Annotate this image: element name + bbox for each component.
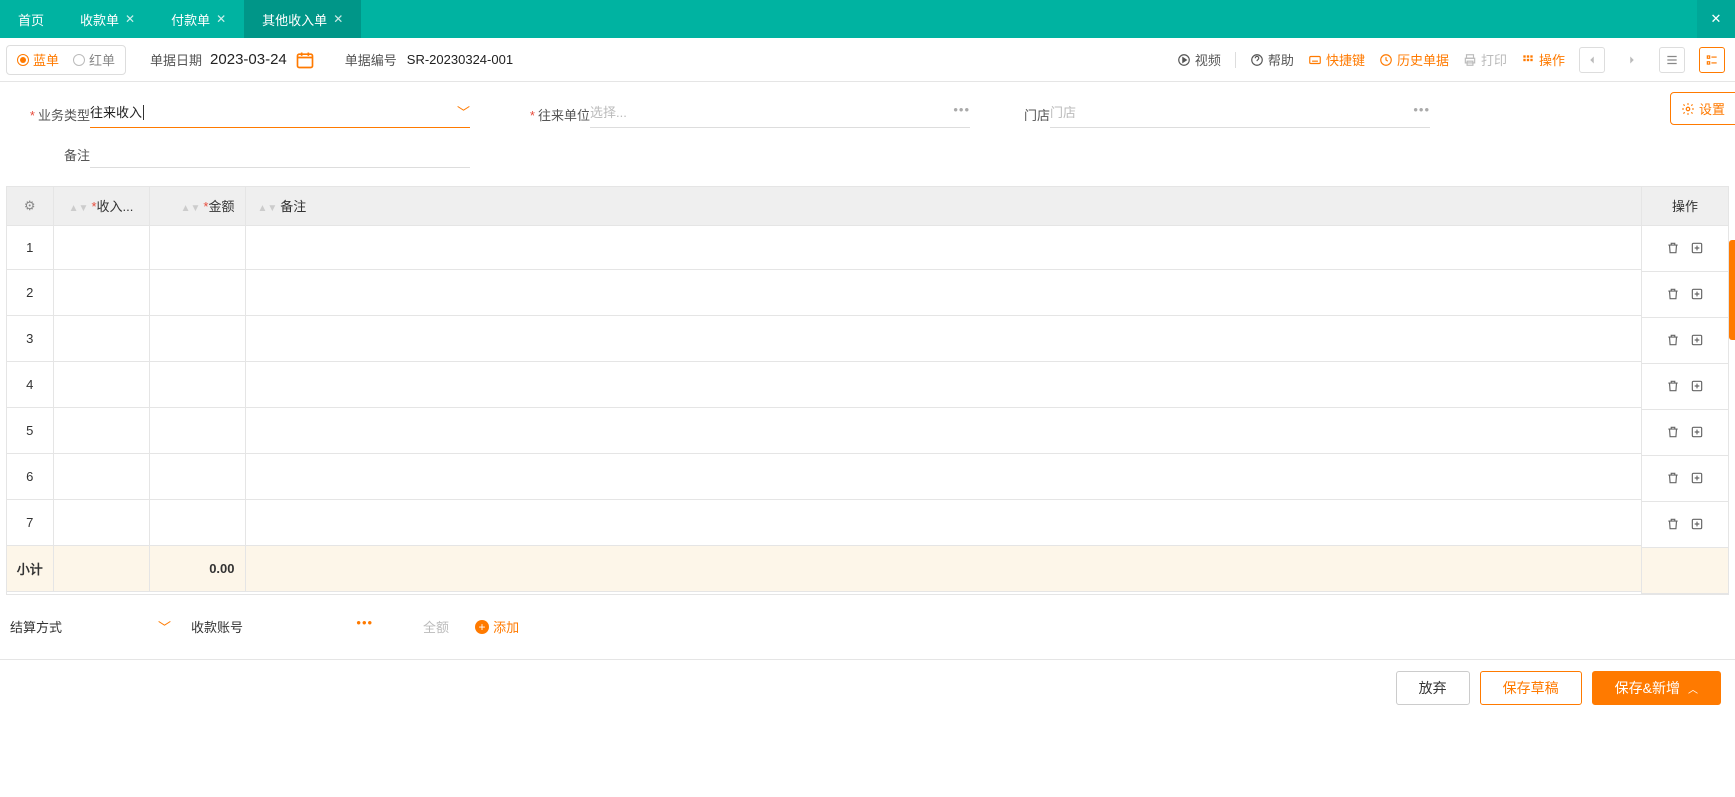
add-row-icon[interactable] bbox=[1690, 517, 1704, 531]
chevron-up-icon: ︿ bbox=[1688, 681, 1698, 696]
table-row[interactable]: 2 bbox=[7, 269, 1641, 315]
row-ops bbox=[1642, 226, 1728, 271]
tab-bar: 首页 收款单✕ 付款单✕ 其他收入单✕ ✕ bbox=[0, 0, 1735, 38]
line-items-table: ⚙ ▲▼*收入... ▲▼*金额 ▲▼备注 1 2 3 4 5 6 7 小计 0… bbox=[6, 186, 1729, 595]
delete-icon[interactable] bbox=[1666, 517, 1680, 531]
delete-icon[interactable] bbox=[1666, 333, 1680, 347]
form-header: *业务类型 往来收入 ﹀ *往来单位 选择... ••• 门店 门店 ••• 设… bbox=[0, 82, 1735, 134]
table-row[interactable]: 4 bbox=[7, 361, 1641, 407]
table-row[interactable]: 6 bbox=[7, 453, 1641, 499]
tab-receipt[interactable]: 收款单✕ bbox=[62, 0, 153, 38]
more-icon[interactable]: ••• bbox=[356, 615, 373, 630]
row-ops bbox=[1642, 410, 1728, 455]
biz-type-input[interactable]: 往来收入 ﹀ bbox=[90, 100, 470, 128]
add-row-icon[interactable] bbox=[1690, 241, 1704, 255]
add-row-icon[interactable] bbox=[1690, 379, 1704, 393]
remark-label: 备注 bbox=[64, 148, 90, 163]
radio-blue[interactable]: 蓝单 bbox=[17, 50, 59, 69]
delete-icon[interactable] bbox=[1666, 379, 1680, 393]
plus-icon: + bbox=[475, 620, 489, 634]
prev-record-button[interactable] bbox=[1579, 47, 1605, 73]
tab-other-income[interactable]: 其他收入单✕ bbox=[244, 0, 361, 38]
save-draft-button[interactable]: 保存草稿 bbox=[1480, 671, 1582, 705]
history-link[interactable]: 历史单据 bbox=[1379, 50, 1449, 69]
toolbar: 蓝单 红单 单据日期 2023-03-24 单据编号 SR-20230324-0… bbox=[0, 38, 1735, 82]
party-input[interactable]: 选择... ••• bbox=[590, 100, 970, 128]
remark-input[interactable] bbox=[90, 140, 470, 168]
biz-type-label: 业务类型 bbox=[38, 108, 90, 123]
gear-icon[interactable]: ⚙ bbox=[24, 198, 36, 213]
delete-icon[interactable] bbox=[1666, 471, 1680, 485]
video-link[interactable]: 视频 bbox=[1177, 50, 1221, 69]
settlement-method-label: 结算方式 bbox=[10, 617, 62, 636]
scrollbar-indicator[interactable] bbox=[1729, 240, 1735, 340]
row-ops bbox=[1642, 318, 1728, 363]
shortcut-link[interactable]: 快捷键 bbox=[1308, 50, 1365, 69]
table-row[interactable]: 1 bbox=[7, 225, 1641, 269]
more-icon[interactable]: ••• bbox=[1413, 102, 1430, 117]
table-row[interactable]: 5 bbox=[7, 407, 1641, 453]
table-row[interactable]: 7 bbox=[7, 499, 1641, 545]
layout-detailed-button[interactable] bbox=[1699, 47, 1725, 73]
settings-button[interactable]: 设置 bbox=[1670, 92, 1735, 125]
account-input[interactable]: ••• bbox=[253, 613, 373, 641]
delete-icon[interactable] bbox=[1666, 287, 1680, 301]
tab-payment[interactable]: 付款单✕ bbox=[153, 0, 244, 38]
add-row-icon[interactable] bbox=[1690, 287, 1704, 301]
doc-code-value: SR-20230324-001 bbox=[407, 52, 513, 67]
add-row-icon[interactable] bbox=[1690, 471, 1704, 485]
col-header-gear[interactable]: ⚙ bbox=[7, 187, 53, 225]
settlement-method-input[interactable] bbox=[72, 613, 162, 641]
biz-type-field: *业务类型 往来收入 ﹀ bbox=[10, 100, 470, 128]
order-type-radio-group: 蓝单 红单 bbox=[6, 45, 126, 75]
print-link[interactable]: 打印 bbox=[1463, 50, 1507, 69]
col-header-income[interactable]: ▲▼*收入... bbox=[53, 187, 149, 225]
add-row-icon[interactable] bbox=[1690, 425, 1704, 439]
row-ops bbox=[1642, 364, 1728, 409]
col-header-amount[interactable]: ▲▼*金额 bbox=[149, 187, 245, 225]
row-ops bbox=[1642, 456, 1728, 501]
store-field: 门店 门店 ••• bbox=[1010, 100, 1430, 128]
close-icon[interactable]: ✕ bbox=[333, 12, 343, 26]
doc-code-label: 单据编号 bbox=[345, 50, 397, 69]
account-label: 收款账号 bbox=[191, 617, 243, 636]
party-field: *往来单位 选择... ••• bbox=[510, 100, 970, 128]
party-label: 往来单位 bbox=[538, 108, 590, 123]
sort-icon[interactable]: ▲▼ bbox=[258, 203, 278, 214]
sort-icon[interactable]: ▲▼ bbox=[181, 203, 201, 214]
radio-red[interactable]: 红单 bbox=[73, 50, 115, 69]
add-settlement-button[interactable]: + 添加 bbox=[475, 617, 519, 636]
close-icon[interactable]: ✕ bbox=[216, 12, 226, 26]
delete-icon[interactable] bbox=[1666, 425, 1680, 439]
calendar-icon[interactable] bbox=[295, 50, 315, 70]
tab-home[interactable]: 首页 bbox=[0, 0, 62, 38]
table-row[interactable]: 3 bbox=[7, 315, 1641, 361]
chevron-down-icon: ﹀ bbox=[457, 102, 470, 121]
remark-field: 备注 bbox=[0, 134, 1735, 186]
discard-button[interactable]: 放弃 bbox=[1396, 671, 1470, 705]
more-icon[interactable]: ••• bbox=[953, 102, 970, 117]
close-all-tabs-button[interactable]: ✕ bbox=[1697, 0, 1735, 38]
layout-compact-button[interactable] bbox=[1659, 47, 1685, 73]
row-ops bbox=[1642, 502, 1728, 547]
subtotal-row: 小计 0.00 bbox=[7, 545, 1641, 591]
full-amount-label[interactable]: 全额 bbox=[423, 617, 449, 636]
doc-date-value[interactable]: 2023-03-24 bbox=[210, 51, 287, 68]
store-label: 门店 bbox=[1024, 108, 1050, 123]
actions-link[interactable]: 操作 bbox=[1521, 50, 1565, 69]
add-row-icon[interactable] bbox=[1690, 333, 1704, 347]
settlement-row: 结算方式 ﹀ 收款账号 ••• 全额 + 添加 bbox=[0, 595, 1735, 659]
sort-icon[interactable]: ▲▼ bbox=[69, 203, 89, 214]
row-ops bbox=[1642, 272, 1728, 317]
close-icon[interactable]: ✕ bbox=[125, 12, 135, 26]
col-header-ops: 操作 bbox=[1642, 187, 1728, 225]
col-header-remark[interactable]: ▲▼备注 bbox=[245, 187, 1641, 225]
next-record-button[interactable] bbox=[1619, 47, 1645, 73]
help-link[interactable]: 帮助 bbox=[1250, 50, 1294, 69]
delete-icon[interactable] bbox=[1666, 241, 1680, 255]
save-and-new-button[interactable]: 保存&新增︿ bbox=[1592, 671, 1721, 705]
doc-date-label: 单据日期 bbox=[150, 50, 202, 69]
footer-actions: 放弃 保存草稿 保存&新增︿ bbox=[0, 659, 1735, 717]
store-input[interactable]: 门店 ••• bbox=[1050, 100, 1430, 128]
